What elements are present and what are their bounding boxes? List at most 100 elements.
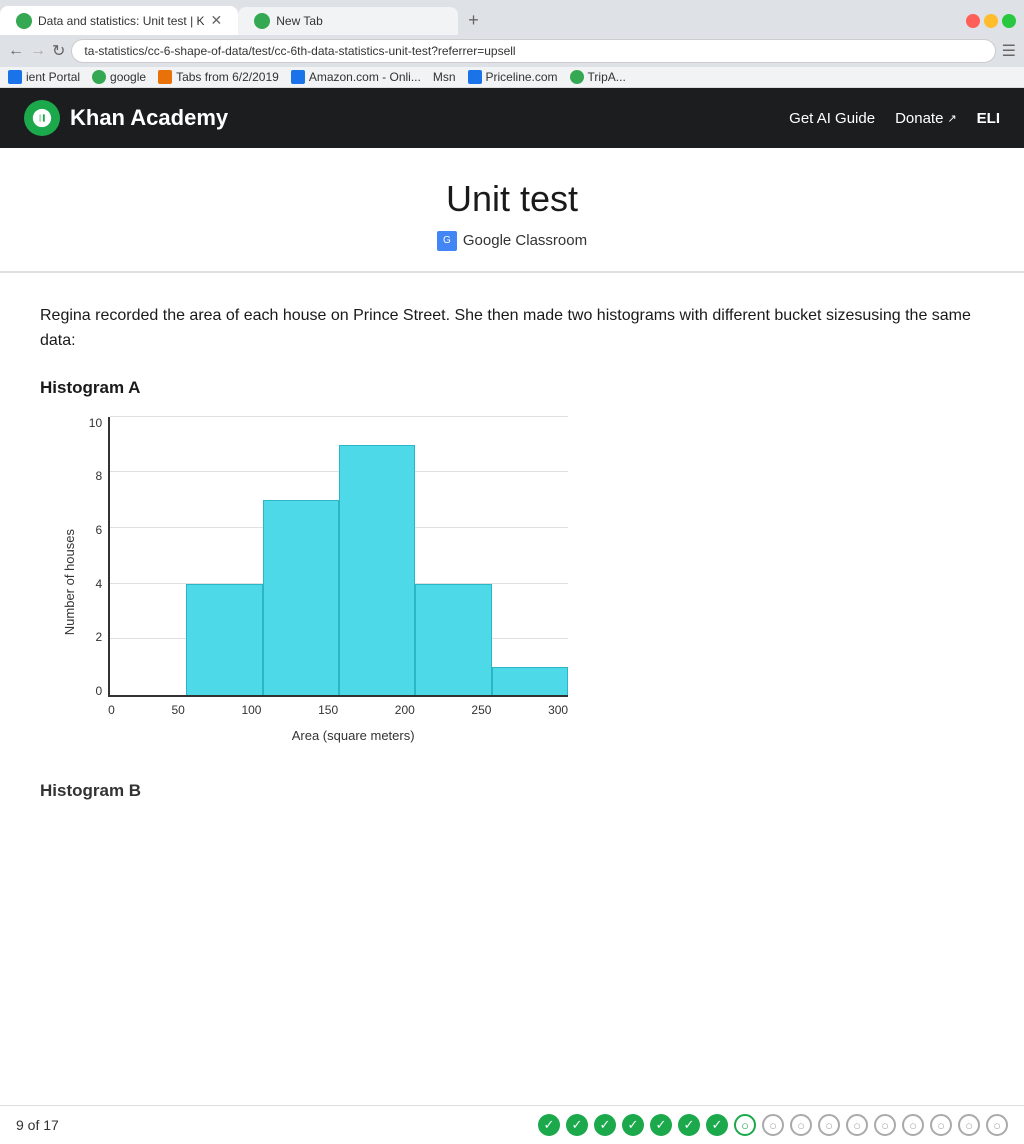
tab-bar: Data and statistics: Unit test | K ✕ New… [0,0,1024,35]
y-axis-label-container: Number of houses [60,417,89,747]
chart-plot [108,417,568,697]
check-6: ✓ [678,1114,700,1136]
extensions-icon[interactable]: ☰ [1002,41,1016,61]
new-tab-button[interactable]: + [458,6,489,35]
histogram-a-container: Number of houses 0 2 4 6 8 10 [60,417,984,747]
bookmark-tripac[interactable]: TripA... [570,70,626,84]
x-tick-0: 0 [108,701,115,720]
bars [110,417,568,695]
ka-leaf-icon [24,100,60,136]
bookmark-portal-favicon [8,70,22,84]
progress-checks: ✓ ✓ ✓ ✓ ✓ ✓ ✓ ○ ○ ○ ○ ○ ○ ○ ○ ○ ○ [538,1114,1008,1136]
eli-label[interactable]: ELI [977,110,1000,127]
bookmark-amazon-label: Amazon.com - Onli... [309,70,421,84]
tab-favicon [16,13,32,29]
check-8: ○ [734,1114,756,1136]
check-15: ○ [930,1114,952,1136]
external-link-icon: ↗ [947,112,956,125]
bar-100-150 [263,500,339,695]
x-tick-100: 100 [241,701,261,720]
tab-close-icon[interactable]: ✕ [211,12,223,29]
bar-50-100 [186,584,262,695]
check-10: ○ [790,1114,812,1136]
check-2: ✓ [566,1114,588,1136]
donate-label: Donate [895,110,943,127]
y-tick-0: 0 [95,685,102,697]
new-tab[interactable]: New Tab [238,7,458,35]
ka-nav: Get AI Guide Donate ↗ ELI [789,110,1000,127]
chart-with-yaxis: Number of houses 0 2 4 6 8 10 [60,417,984,747]
page-content: Unit test G Google Classroom Regina reco… [0,148,1024,874]
check-16: ○ [958,1114,980,1136]
bookmark-msn-label: Msn [433,70,456,84]
check-13: ○ [874,1114,896,1136]
ka-site-name: Khan Academy [70,105,228,131]
address-bar-row: ← → ↻ ta-statistics/cc-6-shape-of-data/t… [0,35,1024,67]
bookmark-amazon[interactable]: Amazon.com - Onli... [291,70,421,84]
address-bar[interactable]: ta-statistics/cc-6-shape-of-data/test/cc… [71,39,995,63]
bookmark-tabs[interactable]: Tabs from 6/2/2019 [158,70,279,84]
bookmark-google-favicon [92,70,106,84]
bookmark-tripac-favicon [570,70,584,84]
forward-icon[interactable]: → [30,42,46,60]
active-tab[interactable]: Data and statistics: Unit test | K ✕ [0,6,238,35]
x-tick-250: 250 [471,701,491,720]
check-12: ○ [846,1114,868,1136]
check-14: ○ [902,1114,924,1136]
y-tick-4: 4 [95,578,102,590]
y-tick-2: 2 [95,631,102,643]
question-text: Regina recorded the area of each house o… [40,303,984,354]
get-ai-guide-link[interactable]: Get AI Guide [789,110,875,127]
y-tick-6: 6 [95,524,102,536]
bottom-bar: 9 of 17 ✓ ✓ ✓ ✓ ✓ ✓ ✓ ○ ○ ○ ○ ○ ○ ○ ○ ○ … [0,1105,1024,1144]
ka-logo[interactable]: Khan Academy [24,100,228,136]
back-icon[interactable]: ← [8,42,24,60]
page-title: Unit test [20,178,1004,220]
tab-favicon-2 [254,13,270,29]
google-classroom-label: Google Classroom [463,232,587,249]
check-5: ✓ [650,1114,672,1136]
x-tick-50: 50 [171,701,184,720]
bar-200-250 [415,584,491,695]
x-tick-200: 200 [395,701,415,720]
bookmark-priceline-favicon [468,70,482,84]
y-axis: 0 2 4 6 8 10 [89,417,108,697]
bookmark-amazon-favicon [291,70,305,84]
check-17: ○ [986,1114,1008,1136]
bookmark-google[interactable]: google [92,70,146,84]
reload-icon[interactable]: ↻ [52,41,65,61]
donate-link[interactable]: Donate ↗ [895,110,957,127]
bookmark-priceline[interactable]: Priceline.com [468,70,558,84]
address-text: ta-statistics/cc-6-shape-of-data/test/cc… [84,44,515,58]
question-area: Regina recorded the area of each house o… [0,273,1024,835]
check-11: ○ [818,1114,840,1136]
bookmark-portal[interactable]: ient Portal [8,70,80,84]
x-tick-150: 150 [318,701,338,720]
leaf-svg [31,107,53,129]
window-controls [966,14,1024,28]
histogram-a-label: Histogram A [40,374,984,401]
browser-chrome: Data and statistics: Unit test | K ✕ New… [0,0,1024,88]
check-9: ○ [762,1114,784,1136]
check-3: ✓ [594,1114,616,1136]
bookmarks-bar: ient Portal google Tabs from 6/2/2019 Am… [0,67,1024,88]
unit-test-header: Unit test G Google Classroom [0,148,1024,273]
chart-column: 0 50 100 150 200 250 300 Area (square me… [108,417,568,747]
bookmark-msn[interactable]: Msn [433,70,456,84]
ka-header: Khan Academy Get AI Guide Donate ↗ ELI [0,88,1024,148]
window-maximize-button[interactable] [1002,14,1016,28]
y-tick-10: 10 [89,417,102,429]
window-minimize-button[interactable] [984,14,998,28]
y-tick-8: 8 [95,470,102,482]
bookmark-tabs-favicon [158,70,172,84]
tab-title: Data and statistics: Unit test | K [38,14,205,28]
google-classroom-icon: G [437,231,457,251]
check-1: ✓ [538,1114,560,1136]
histogram-b-label: Histogram B [40,777,984,804]
bar-150-200 [339,445,415,695]
check-4: ✓ [622,1114,644,1136]
bookmark-priceline-label: Priceline.com [486,70,558,84]
window-close-button[interactable] [966,14,980,28]
google-classroom-link[interactable]: G Google Classroom [437,231,587,251]
bookmark-portal-label: ient Portal [26,70,80,84]
